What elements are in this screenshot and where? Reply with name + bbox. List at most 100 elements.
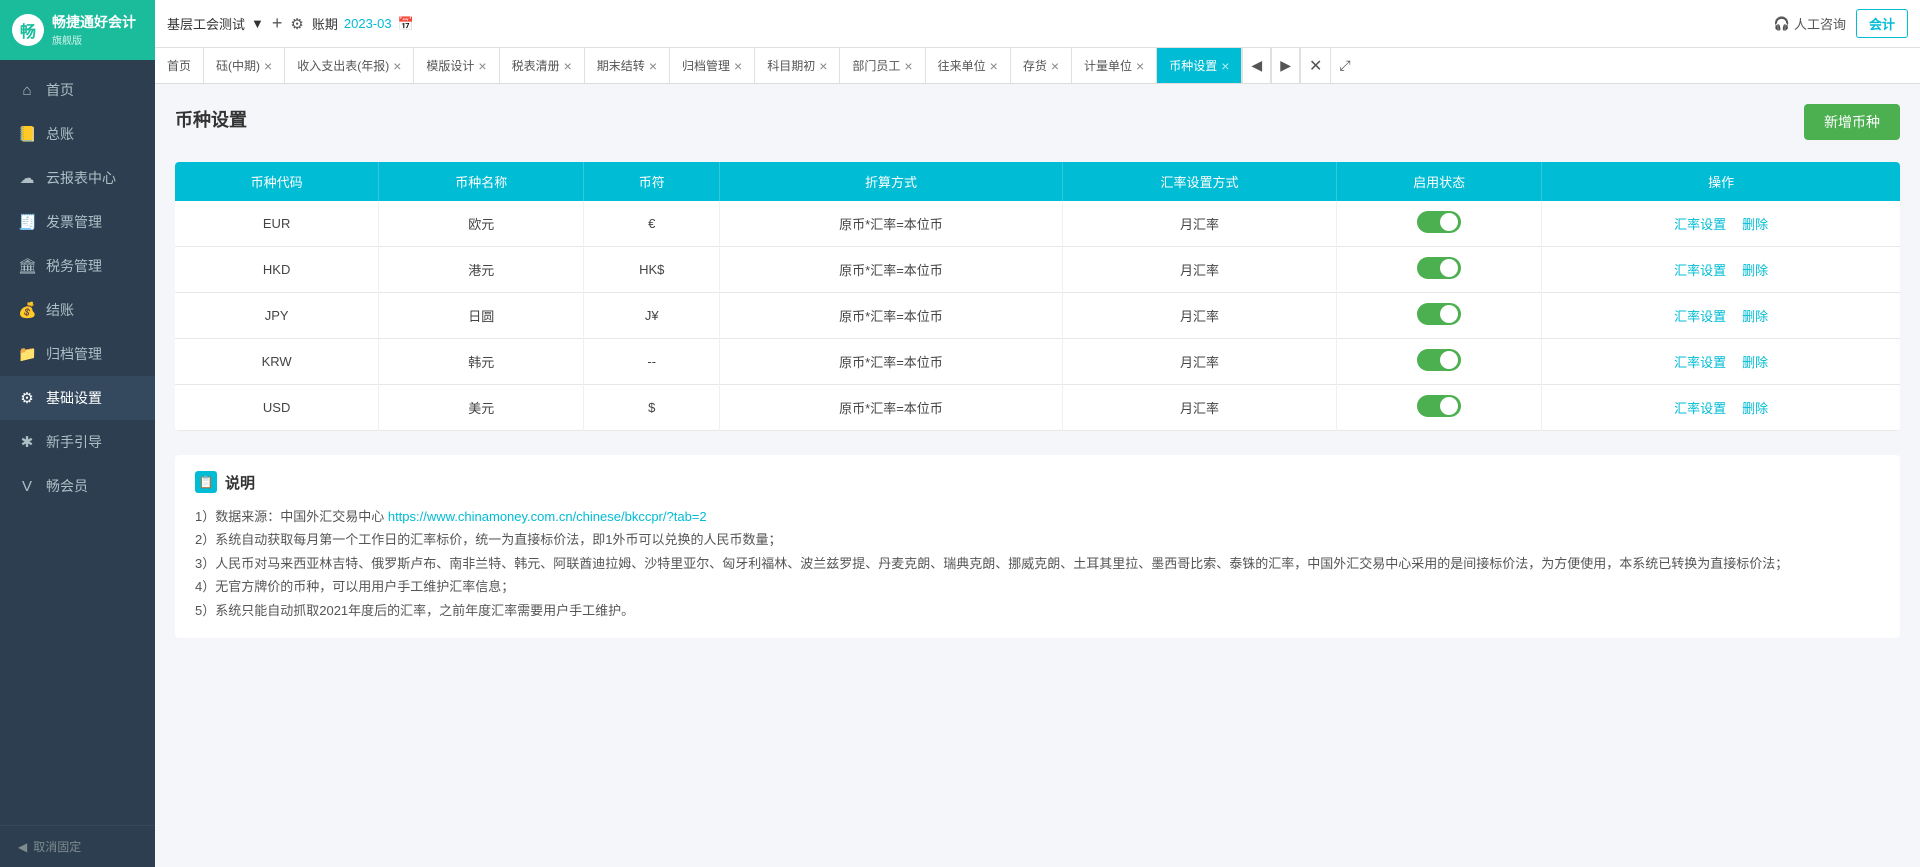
tab-close-period_end[interactable]: × [649,58,657,74]
tab-income[interactable]: 收入支出表(年报) × [285,48,414,84]
tab-template[interactable]: 模版设计 × [414,48,499,84]
tab-close-income[interactable]: × [393,58,401,74]
project-selector[interactable]: 基层工会测试 ▼ [167,14,264,33]
note-link[interactable]: https://www.chinamoney.com.cn/chinese/bk… [388,509,707,524]
delete-link-JPY[interactable]: 删除 [1742,309,1768,324]
pin-label: 取消固定 [33,838,81,855]
tab-close-archive[interactable]: × [734,58,742,74]
tab-close-dept[interactable]: × [904,58,912,74]
sidebar-item-settlement[interactable]: 💰结账 [0,288,155,332]
tab-close-partners[interactable]: × [990,58,998,74]
nav-icon-tax: 🏛 [18,257,36,275]
sidebar-item-invoice[interactable]: 🧾发票管理 [0,200,155,244]
cell-1: 欧元 [379,201,584,247]
sidebar-item-settings[interactable]: ⚙基础设置 [0,376,155,420]
tab-partners[interactable]: 往来单位 × [926,48,1011,84]
tab-bs[interactable]: 砡(中期) × [204,48,285,84]
cell-1: 韩元 [379,339,584,385]
cell-1: 日圆 [379,293,584,339]
nav-icon-guide: ✱ [18,433,36,451]
tab-close-currency[interactable]: × [1221,58,1229,74]
tab-label-subjects: 科目期初 [767,57,815,74]
enable-toggle-USD[interactable] [1417,395,1461,417]
tab-label-currency: 币种设置 [1169,57,1217,74]
sidebar-item-ledger[interactable]: 📒总账 [0,112,155,156]
enable-toggle-KRW[interactable] [1417,349,1461,371]
tab-close-template[interactable]: × [478,58,486,74]
delete-link-KRW[interactable]: 删除 [1742,355,1768,370]
sidebar-item-archive[interactable]: 📁 归档管理 [0,332,155,376]
tab-tax[interactable]: 税表清册 × [500,48,585,84]
sidebar-item-member[interactable]: V畅会员 [0,464,155,508]
table-row: KRW韩元--原币*汇率=本位币月汇率汇率设置删除 [175,339,1900,385]
nav-icon-archive: 📁 [18,345,36,363]
main-area: 基层工会测试 ▼ + ⚙ 账期 2023-03 📅 🎧 人工咨询 会计 首页砡(… [155,0,1920,867]
enable-toggle-JPY[interactable] [1417,303,1461,325]
nav-label-reports: 云报表中心 [46,168,116,188]
rate-setting-link-EUR[interactable]: 汇率设置 [1674,217,1726,232]
logo-title: 畅捷通好会计 [52,13,136,31]
tab-close-subjects[interactable]: × [819,58,827,74]
project-name: 基层工会测试 [167,14,245,33]
col-header: 启用状态 [1337,162,1542,201]
accountant-btn[interactable]: 会计 [1856,9,1908,38]
period-value: 2023-03 [344,16,392,31]
rate-setting-link-JPY[interactable]: 汇率设置 [1674,309,1726,324]
tab-expand-btn[interactable]: ⤢ [1330,48,1358,84]
enable-toggle-HKD[interactable] [1417,257,1461,279]
tab-close-bs[interactable]: × [264,58,272,74]
tab-dept[interactable]: 部门员工 × [840,48,925,84]
tab-close-tax[interactable]: × [564,58,572,74]
sidebar-item-home[interactable]: ⌂首页 [0,68,155,112]
nav-label-ledger: 总账 [46,124,74,144]
cell-2: J¥ [584,293,720,339]
tab-home[interactable]: 首页 [155,48,204,84]
tab-close-inventory[interactable]: × [1051,58,1059,74]
delete-link-HKD[interactable]: 删除 [1742,263,1768,278]
table-row: JPY日圆J¥原币*汇率=本位币月汇率汇率设置删除 [175,293,1900,339]
tab-currency[interactable]: 币种设置 × [1157,48,1242,84]
col-header: 币种代码 [175,162,379,201]
cell-0: USD [175,385,379,431]
service-btn[interactable]: 🎧 人工咨询 [1774,14,1846,33]
page-header: 币种设置 新增币种 [175,104,1900,150]
tab-units[interactable]: 计量单位 × [1072,48,1157,84]
sidebar-item-guide[interactable]: ✱ 新手引导 [0,420,155,464]
new-currency-btn[interactable]: 新增币种 [1804,104,1900,140]
cell-toggle [1337,339,1542,385]
tab-nav-right[interactable]: ▶ [1271,48,1300,84]
tab-inventory[interactable]: 存货 × [1011,48,1072,84]
tab-subjects[interactable]: 科目期初 × [755,48,840,84]
cell-2: € [584,201,720,247]
cell-toggle [1337,293,1542,339]
cell-3: 原币*汇率=本位币 [720,293,1063,339]
tab-label-period_end: 期末结转 [597,57,645,74]
nav-label-settlement: 结账 [46,300,74,320]
calendar-icon: 📅 [398,16,414,32]
sidebar-pin-toggle[interactable]: ◀ 取消固定 [0,825,155,867]
nav-label-settings: 基础设置 [46,388,102,408]
rate-setting-link-KRW[interactable]: 汇率设置 [1674,355,1726,370]
tab-close-units[interactable]: × [1136,58,1144,74]
period-selector[interactable]: 账期 2023-03 📅 [312,14,414,33]
note-list: 1）数据来源：中国外汇交易中心 https://www.chinamoney.c… [195,505,1880,622]
tab-close-all-btn[interactable]: ✕ [1300,48,1330,84]
tab-label-units: 计量单位 [1084,57,1132,74]
rate-setting-link-HKD[interactable]: 汇率设置 [1674,263,1726,278]
cell-0: EUR [175,201,379,247]
sidebar-item-reports[interactable]: ☁云报表中心 [0,156,155,200]
tab-archive[interactable]: 归档管理 × [670,48,755,84]
tab-nav-left[interactable]: ◀ [1242,48,1271,84]
topbar-add-btn[interactable]: + [272,13,283,34]
topbar-gear-icon[interactable]: ⚙ [290,15,303,33]
nav-label-guide: 新手引导 [46,432,102,452]
sidebar-item-tax[interactable]: 🏛税务管理 [0,244,155,288]
enable-toggle-EUR[interactable] [1417,211,1461,233]
rate-setting-link-USD[interactable]: 汇率设置 [1674,401,1726,416]
tab-label-home: 首页 [167,57,191,74]
tab-label-inventory: 存货 [1023,57,1047,74]
delete-link-USD[interactable]: 删除 [1742,401,1768,416]
delete-link-EUR[interactable]: 删除 [1742,217,1768,232]
nav-label-archive: 归档管理 [46,344,102,364]
tab-period_end[interactable]: 期末结转 × [585,48,670,84]
